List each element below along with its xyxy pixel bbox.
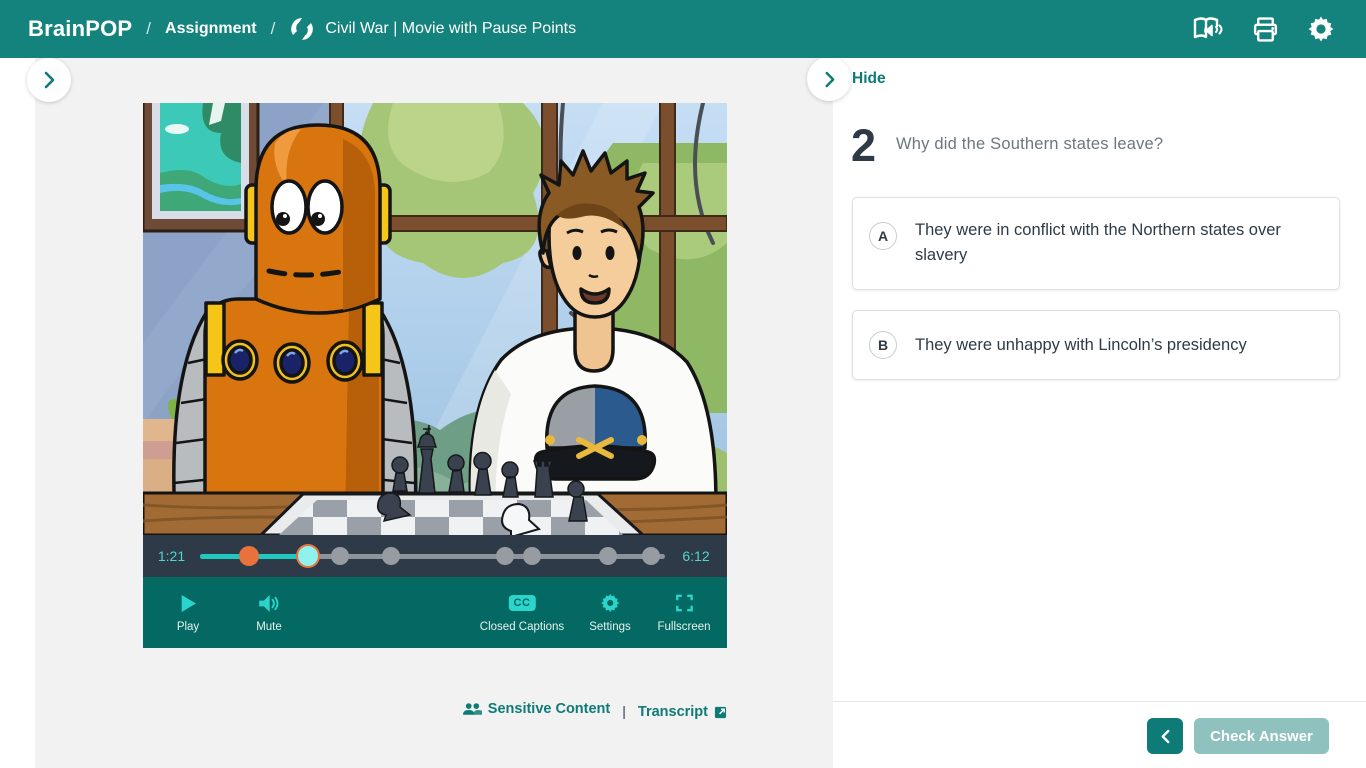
video-player: 1:21 6:12 Play Mute CC Closed Captions S…: [143, 103, 727, 720]
collapse-quiz-panel-button[interactable]: [807, 57, 851, 101]
player-links-row: Sensitive Content | Transcript: [143, 701, 727, 721]
closed-captions-button[interactable]: CC Closed Captions: [480, 577, 564, 648]
breadcrumb-separator: /: [270, 19, 276, 38]
answer-option-a[interactable]: A They were in conflict with the Norther…: [852, 197, 1340, 290]
fullscreen-button[interactable]: Fullscreen: [657, 577, 711, 648]
quiz-panel: Hide 2 Why did the Southern states leave…: [807, 57, 1366, 768]
answer-text: They were unhappy with Lincoln’s preside…: [915, 335, 1247, 354]
hide-quiz-button[interactable]: Hide: [852, 70, 886, 88]
pause-point-marker[interactable]: [523, 547, 541, 565]
player-settings-button[interactable]: Settings: [589, 577, 631, 648]
video-controls-bar: Play Mute CC Closed Captions Settings Fu…: [143, 577, 727, 648]
movie-icon: [289, 16, 315, 42]
play-button[interactable]: Play: [177, 577, 199, 648]
collapse-left-panel-button[interactable]: [27, 58, 71, 102]
previous-question-button[interactable]: [1147, 718, 1183, 754]
chevron-left-icon: [1161, 729, 1169, 743]
gear-icon[interactable]: [1304, 12, 1338, 46]
fullscreen-icon: [675, 592, 693, 614]
link-separator: |: [622, 703, 626, 719]
pause-point-marker[interactable]: [642, 547, 661, 565]
app-header: BrainPOP / Assignment / Civil War | Movi…: [0, 0, 1366, 58]
question-number: 2: [851, 120, 877, 171]
pause-point-marker[interactable]: [238, 546, 259, 566]
quiz-footer: Check Answer: [833, 701, 1366, 768]
sensitive-content-link[interactable]: Sensitive Content: [462, 701, 610, 717]
settings-gear-icon: [600, 592, 620, 614]
answer-letter-badge: B: [869, 331, 897, 359]
external-link-icon: [714, 706, 727, 718]
read-aloud-icon[interactable]: [1192, 12, 1226, 46]
video-timeline: 1:21 6:12: [143, 535, 727, 577]
transcript-link[interactable]: Transcript: [638, 704, 727, 720]
print-icon[interactable]: [1248, 12, 1282, 46]
answer-option-b[interactable]: B They were unhappy with Lincoln’s presi…: [852, 310, 1340, 380]
total-duration: 6:12: [682, 548, 710, 564]
video-frame-illustration[interactable]: [143, 103, 727, 535]
play-icon: [180, 592, 197, 614]
timeline-track[interactable]: [200, 535, 665, 577]
pause-point-marker[interactable]: [598, 547, 617, 565]
pause-point-marker[interactable]: [496, 547, 515, 565]
speaker-icon: [258, 592, 279, 614]
mute-button[interactable]: Mute: [256, 577, 282, 648]
current-time: 1:21: [157, 548, 186, 564]
people-icon: [462, 703, 482, 715]
timeline-playhead[interactable]: [295, 544, 320, 568]
breadcrumb-title: Civil War | Movie with Pause Points: [325, 20, 577, 37]
pause-point-marker[interactable]: [330, 547, 349, 565]
chevron-right-icon: [825, 71, 834, 87]
question-text: Why did the Southern states leave?: [896, 135, 1164, 153]
check-answer-button[interactable]: Check Answer: [1194, 718, 1329, 754]
player-panel: 1:21 6:12 Play Mute CC Closed Captions S…: [0, 58, 833, 768]
answer-text: They were in conflict with the Northern …: [915, 221, 1281, 264]
breadcrumb-assignment[interactable]: Assignment: [165, 20, 257, 38]
brainpop-logo[interactable]: BrainPOP: [28, 16, 132, 42]
pause-point-marker[interactable]: [382, 547, 401, 565]
closed-captions-icon: CC: [508, 592, 536, 614]
chevron-right-icon: [44, 71, 55, 89]
answer-letter-badge: A: [869, 222, 897, 250]
breadcrumb-separator: /: [146, 19, 152, 38]
